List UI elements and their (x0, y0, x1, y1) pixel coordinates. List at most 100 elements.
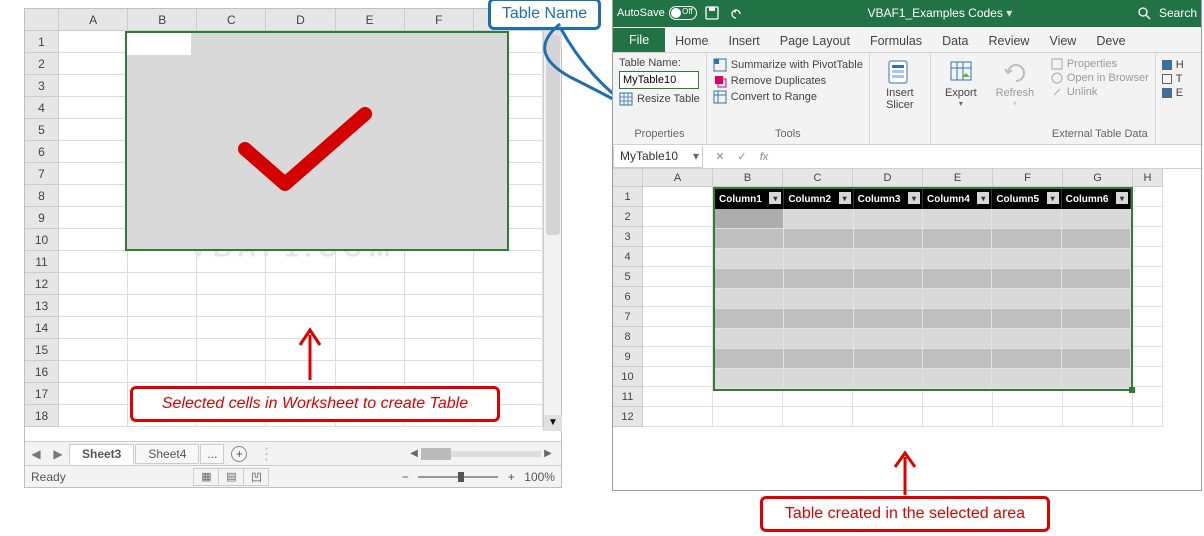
check-t[interactable]: T (1162, 73, 1184, 85)
vertical-scrollbar[interactable]: ▲ ▼ (543, 31, 561, 431)
table-cell[interactable] (715, 249, 784, 269)
cell[interactable] (266, 251, 335, 273)
scroll-down-icon[interactable]: ▼ (544, 415, 562, 431)
cell[interactable] (336, 317, 405, 339)
select-all-corner[interactable] (613, 169, 643, 187)
tab-pagelayout[interactable]: Page Layout (770, 30, 860, 52)
table-cell[interactable] (715, 269, 784, 289)
row-header[interactable]: 12 (25, 273, 59, 295)
col-header[interactable]: G (1063, 169, 1133, 187)
cell[interactable] (128, 273, 197, 295)
save-icon[interactable] (703, 4, 721, 22)
col-header[interactable]: E (923, 169, 993, 187)
cell[interactable] (59, 97, 128, 119)
cell[interactable] (197, 251, 266, 273)
name-box[interactable]: MyTable10 ▾ (613, 146, 703, 168)
cell[interactable] (1133, 407, 1163, 427)
filter-dropdown-icon[interactable]: ▾ (908, 192, 920, 204)
table-cell[interactable] (784, 289, 853, 309)
cell[interactable] (59, 317, 128, 339)
col-header[interactable]: C (197, 9, 266, 31)
row-header[interactable]: 11 (25, 251, 59, 273)
table-cell[interactable] (854, 329, 923, 349)
cell[interactable] (1133, 207, 1163, 227)
table-cell[interactable] (992, 309, 1061, 329)
summarize-pivot-button[interactable]: Summarize with PivotTable (713, 58, 863, 72)
cell[interactable] (59, 75, 128, 97)
active-cell[interactable] (127, 33, 191, 55)
zoom-out-icon[interactable]: − (398, 470, 412, 484)
table-cell[interactable] (854, 229, 923, 249)
row-header[interactable]: 9 (613, 347, 643, 367)
table-cell[interactable] (1062, 309, 1131, 329)
row-header[interactable]: 7 (613, 307, 643, 327)
row-header[interactable]: 10 (613, 367, 643, 387)
cell[interactable] (1133, 387, 1163, 407)
zoom-percent[interactable]: 100% (524, 470, 555, 484)
cell[interactable] (643, 227, 713, 247)
right-worksheet-grid[interactable]: A B C D E F G H 123456789101112 VBAF1.CO… (613, 169, 1201, 490)
row-header[interactable]: 5 (613, 267, 643, 287)
cell[interactable] (128, 339, 197, 361)
cell[interactable] (128, 295, 197, 317)
cell[interactable] (474, 339, 543, 361)
tab-sheet4[interactable]: Sheet4 (135, 444, 199, 464)
row-header[interactable]: 8 (613, 327, 643, 347)
hscroll-right-icon[interactable]: ▶ (541, 447, 555, 461)
zoom-slider[interactable] (418, 476, 498, 478)
cell[interactable] (1133, 287, 1163, 307)
row-header[interactable]: 4 (25, 97, 59, 119)
row-header[interactable]: 9 (25, 207, 59, 229)
cell[interactable] (405, 295, 474, 317)
table-cell[interactable] (1062, 329, 1131, 349)
table-column-header[interactable]: Column6▾ (1062, 189, 1131, 209)
cell[interactable] (59, 361, 128, 383)
col-header[interactable]: D (853, 169, 923, 187)
filter-dropdown-icon[interactable]: ▾ (769, 192, 781, 204)
cell[interactable] (783, 407, 853, 427)
cell[interactable] (59, 229, 128, 251)
check-e[interactable]: E (1162, 87, 1184, 99)
open-browser-button[interactable]: Open in Browser (1051, 72, 1149, 84)
table-cell[interactable] (784, 309, 853, 329)
table-row[interactable] (715, 329, 1131, 349)
table-cell[interactable] (1062, 229, 1131, 249)
tab-sheet3[interactable]: Sheet3 (69, 444, 134, 465)
tab-developer[interactable]: Deve (1086, 30, 1135, 52)
row-header[interactable]: 12 (613, 407, 643, 427)
tab-formulas[interactable]: Formulas (860, 30, 932, 52)
table-cell[interactable] (715, 209, 784, 229)
cell[interactable] (336, 273, 405, 295)
table-cell[interactable] (854, 209, 923, 229)
table-cell[interactable] (854, 249, 923, 269)
check-h[interactable]: H (1162, 59, 1184, 71)
excel-table[interactable]: Column1▾Column2▾Column3▾Column4▾Column5▾… (713, 187, 1133, 391)
table-resize-handle[interactable] (1129, 387, 1135, 393)
cell[interactable] (59, 53, 128, 75)
table-cell[interactable] (784, 349, 853, 369)
row-header[interactable]: 1 (613, 187, 643, 207)
cell[interactable] (1133, 247, 1163, 267)
select-all-corner[interactable] (25, 9, 59, 31)
col-header[interactable]: B (128, 9, 197, 31)
row-header[interactable]: 3 (613, 227, 643, 247)
cell[interactable] (59, 251, 128, 273)
cell[interactable] (713, 407, 783, 427)
new-sheet-button[interactable]: + (231, 446, 247, 462)
cell[interactable] (1133, 267, 1163, 287)
cell[interactable] (197, 339, 266, 361)
cell[interactable] (474, 317, 543, 339)
cell[interactable] (474, 251, 543, 273)
undo-icon[interactable] (727, 4, 745, 22)
table-cell[interactable] (923, 369, 992, 389)
col-header[interactable]: B (713, 169, 783, 187)
table-cell[interactable] (784, 269, 853, 289)
cell[interactable] (643, 267, 713, 287)
cell[interactable] (643, 287, 713, 307)
cell[interactable] (643, 327, 713, 347)
row-header[interactable]: 3 (25, 75, 59, 97)
row-header[interactable]: 5 (25, 119, 59, 141)
table-cell[interactable] (715, 289, 784, 309)
table-row[interactable] (715, 309, 1131, 329)
cell[interactable] (59, 339, 128, 361)
